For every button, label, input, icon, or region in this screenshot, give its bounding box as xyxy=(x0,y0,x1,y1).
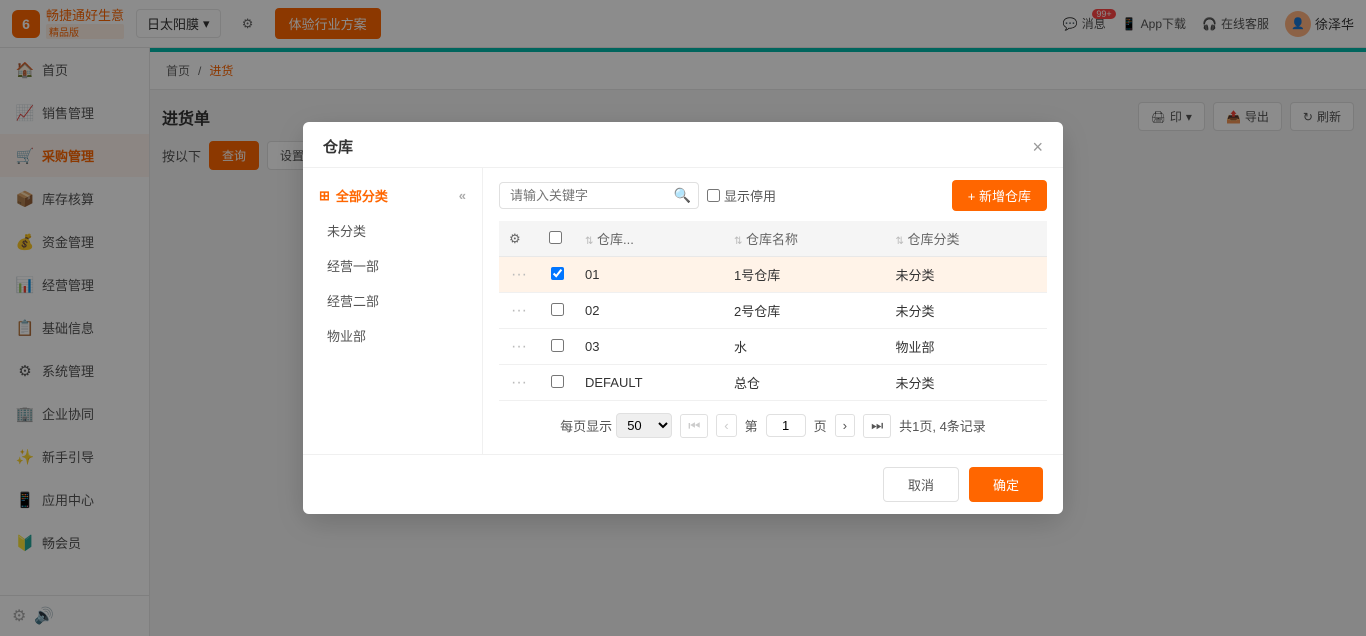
sort-cat-icon[interactable]: ⇅ xyxy=(896,236,904,247)
more-icon: ··· xyxy=(511,374,527,391)
col-num-label: 仓库... xyxy=(597,232,634,247)
col-check-header[interactable] xyxy=(539,221,575,257)
col-name-label: 仓库名称 xyxy=(746,232,798,247)
row-check-1[interactable] xyxy=(539,293,575,329)
search-wrap: 🔍 xyxy=(499,182,699,209)
warehouse-modal: 仓库 × ⊞ 全部分类 « 未分类 经营一部 经营二部 物业部 xyxy=(303,122,1063,514)
cat-all-label: 全部分类 xyxy=(336,186,388,205)
table-row[interactable]: ··· 03 水 物业部 xyxy=(499,329,1047,365)
per-page-label: 每页显示 xyxy=(560,416,612,435)
page-label: 第 xyxy=(745,416,758,435)
col-cat-label: 仓库分类 xyxy=(908,232,960,247)
pagination: 每页显示 50 20 100 ⏮ ‹ 第 页 › ⏭ 共1页, 4条记录 xyxy=(499,401,1047,442)
row-check-2[interactable] xyxy=(539,329,575,365)
table-row[interactable]: ··· 01 1号仓库 未分类 xyxy=(499,257,1047,293)
row-name-2: 水 xyxy=(724,329,885,365)
row-code-3: DEFAULT xyxy=(575,365,724,401)
row-code-2: 03 xyxy=(575,329,724,365)
modal-close-btn[interactable]: × xyxy=(1032,138,1043,156)
row-code-1: 02 xyxy=(575,293,724,329)
sort-name-icon[interactable]: ⇅ xyxy=(734,236,742,247)
row-name-0: 1号仓库 xyxy=(724,257,885,293)
select-all-checkbox[interactable] xyxy=(549,231,562,244)
confirm-btn[interactable]: 确定 xyxy=(969,467,1043,502)
row-more-3[interactable]: ··· xyxy=(499,365,539,401)
show-disabled-text: 显示停用 xyxy=(724,186,776,205)
page-first-btn[interactable]: ⏮ xyxy=(680,414,708,438)
grid-icon: ⊞ xyxy=(319,188,330,204)
modal-body: ⊞ 全部分类 « 未分类 经营一部 经营二部 物业部 🔍 xyxy=(303,168,1063,454)
row-more-0[interactable]: ··· xyxy=(499,257,539,293)
cat-all-header[interactable]: ⊞ 全部分类 « xyxy=(303,178,482,213)
row-checkbox-1[interactable] xyxy=(551,303,564,316)
table-row[interactable]: ··· 02 2号仓库 未分类 xyxy=(499,293,1047,329)
warehouse-table: ⚙ ⇅ 仓库... ⇅ 仓库名称 ⇅ xyxy=(499,221,1047,401)
sort-icon[interactable]: ⇅ xyxy=(585,236,593,247)
col-name-header: ⇅ 仓库名称 xyxy=(724,221,885,257)
row-checkbox-3[interactable] xyxy=(551,375,564,388)
category-sidebar: ⊞ 全部分类 « 未分类 经营一部 经营二部 物业部 xyxy=(303,168,483,454)
page-prev-btn[interactable]: ‹ xyxy=(716,414,736,437)
modal-title: 仓库 xyxy=(323,136,353,157)
row-code-0: 01 xyxy=(575,257,724,293)
row-more-1[interactable]: ··· xyxy=(499,293,539,329)
collapse-icon[interactable]: « xyxy=(459,188,466,203)
more-icon: ··· xyxy=(511,338,527,355)
row-checkbox-2[interactable] xyxy=(551,339,564,352)
more-icon: ··· xyxy=(511,266,527,283)
search-icon[interactable]: 🔍 xyxy=(674,187,691,204)
page-number-input[interactable] xyxy=(766,414,806,437)
row-name-1: 2号仓库 xyxy=(724,293,885,329)
page-next-btn[interactable]: › xyxy=(835,414,855,437)
row-cat-0: 未分类 xyxy=(886,257,1048,293)
table-area: 🔍 显示停用 + 新增仓库 ⚙ ⇅ xyxy=(483,168,1063,454)
page-last-btn[interactable]: ⏭ xyxy=(863,414,891,438)
modal-overlay[interactable]: 仓库 × ⊞ 全部分类 « 未分类 经营一部 经营二部 物业部 xyxy=(0,0,1366,636)
total-info: 共1页, 4条记录 xyxy=(899,416,986,435)
row-check-3[interactable] xyxy=(539,365,575,401)
cat-item-unclassified[interactable]: 未分类 xyxy=(303,213,482,248)
row-cat-2: 物业部 xyxy=(886,329,1048,365)
row-cat-1: 未分类 xyxy=(886,293,1048,329)
show-disabled-checkbox[interactable] xyxy=(707,189,720,202)
row-name-3: 总仓 xyxy=(724,365,885,401)
col-num-header: ⇅ 仓库... xyxy=(575,221,724,257)
row-check-0[interactable] xyxy=(539,257,575,293)
cat-item-dept1[interactable]: 经营一部 xyxy=(303,248,482,283)
page-suffix: 页 xyxy=(814,416,827,435)
table-toolbar: 🔍 显示停用 + 新增仓库 xyxy=(499,180,1047,211)
search-input[interactable] xyxy=(499,182,699,209)
more-icon: ··· xyxy=(511,302,527,319)
per-page-select[interactable]: 50 20 100 xyxy=(616,413,672,438)
row-cat-3: 未分类 xyxy=(886,365,1048,401)
row-checkbox-0[interactable] xyxy=(551,267,564,280)
table-row[interactable]: ··· DEFAULT 总仓 未分类 xyxy=(499,365,1047,401)
col-cat-header: ⇅ 仓库分类 xyxy=(886,221,1048,257)
col-gear-header[interactable]: ⚙ xyxy=(499,221,539,257)
add-warehouse-btn[interactable]: + 新增仓库 xyxy=(952,180,1047,211)
cancel-btn[interactable]: 取消 xyxy=(883,467,959,502)
row-more-2[interactable]: ··· xyxy=(499,329,539,365)
cat-item-property[interactable]: 物业部 xyxy=(303,318,482,353)
per-page-wrap: 每页显示 50 20 100 xyxy=(560,413,672,438)
show-disabled-toggle[interactable]: 显示停用 xyxy=(707,186,776,205)
modal-footer: 取消 确定 xyxy=(303,454,1063,514)
cat-item-dept2[interactable]: 经营二部 xyxy=(303,283,482,318)
modal-header: 仓库 × xyxy=(303,122,1063,168)
